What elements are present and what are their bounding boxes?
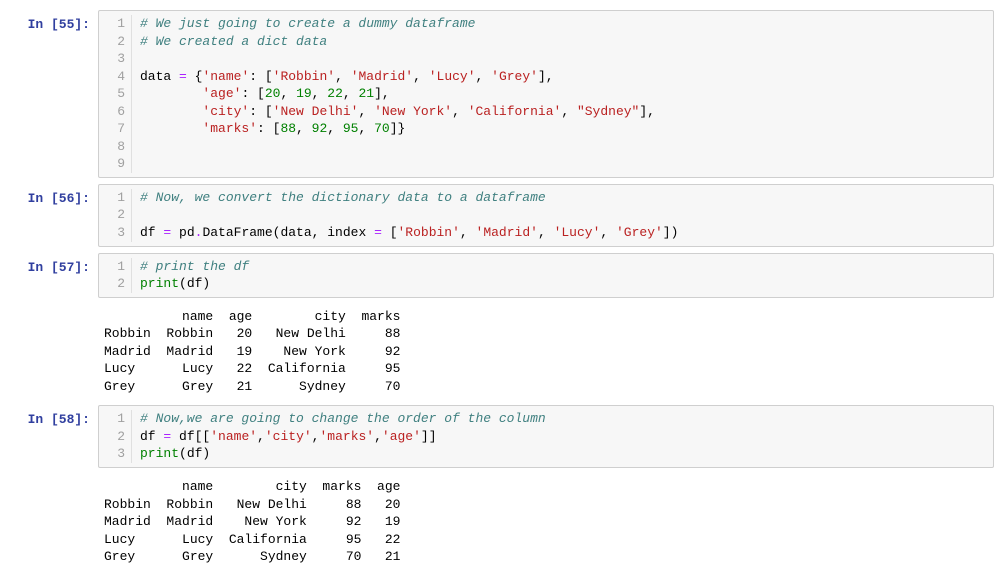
line-number: 7 — [99, 120, 125, 138]
cell-prompt: In [58]: — [10, 405, 98, 429]
code-cell: In [57]:12# print the df print(df) — [10, 253, 994, 298]
output-cell: name age city marks Robbin Robbin 20 New… — [10, 304, 994, 400]
line-number-gutter: 123 — [99, 410, 132, 463]
output-cell: name city marks age Robbin Robbin New De… — [10, 474, 994, 570]
code-cell: In [55]:123456789# We just going to crea… — [10, 10, 994, 178]
code-cell: In [58]:123# Now,we are going to change … — [10, 405, 994, 468]
notebook-container: In [55]:123456789# We just going to crea… — [10, 10, 994, 570]
output-text: name age city marks Robbin Robbin 20 New… — [98, 304, 994, 400]
code-content[interactable]: # Now,we are going to change the order o… — [132, 410, 993, 463]
input-area[interactable]: 12# print the df print(df) — [98, 253, 994, 298]
line-number: 1 — [99, 189, 125, 207]
line-number: 3 — [99, 224, 125, 242]
line-number-gutter: 123456789 — [99, 15, 132, 173]
line-number: 2 — [99, 275, 125, 293]
code-cell: In [56]:123# Now, we convert the diction… — [10, 184, 994, 247]
input-area[interactable]: 123# Now, we convert the dictionary data… — [98, 184, 994, 247]
line-number: 1 — [99, 258, 125, 276]
line-number-gutter: 123 — [99, 189, 132, 242]
line-number: 6 — [99, 103, 125, 121]
line-number: 4 — [99, 68, 125, 86]
code-content[interactable]: # We just going to create a dummy datafr… — [132, 15, 993, 173]
line-number: 8 — [99, 138, 125, 156]
input-area[interactable]: 123456789# We just going to create a dum… — [98, 10, 994, 178]
line-number: 2 — [99, 428, 125, 446]
line-number: 3 — [99, 50, 125, 68]
line-number: 3 — [99, 445, 125, 463]
cell-prompt: In [55]: — [10, 10, 98, 34]
line-number-gutter: 12 — [99, 258, 132, 293]
line-number: 2 — [99, 33, 125, 51]
cell-prompt — [10, 304, 98, 310]
code-content[interactable]: # print the df print(df) — [132, 258, 993, 293]
line-number: 2 — [99, 206, 125, 224]
input-area[interactable]: 123# Now,we are going to change the orde… — [98, 405, 994, 468]
line-number: 1 — [99, 410, 125, 428]
line-number: 1 — [99, 15, 125, 33]
cell-prompt — [10, 474, 98, 480]
cell-prompt: In [56]: — [10, 184, 98, 208]
line-number: 9 — [99, 155, 125, 173]
output-text: name city marks age Robbin Robbin New De… — [98, 474, 994, 570]
cell-prompt: In [57]: — [10, 253, 98, 277]
code-content[interactable]: # Now, we convert the dictionary data to… — [132, 189, 993, 242]
line-number: 5 — [99, 85, 125, 103]
